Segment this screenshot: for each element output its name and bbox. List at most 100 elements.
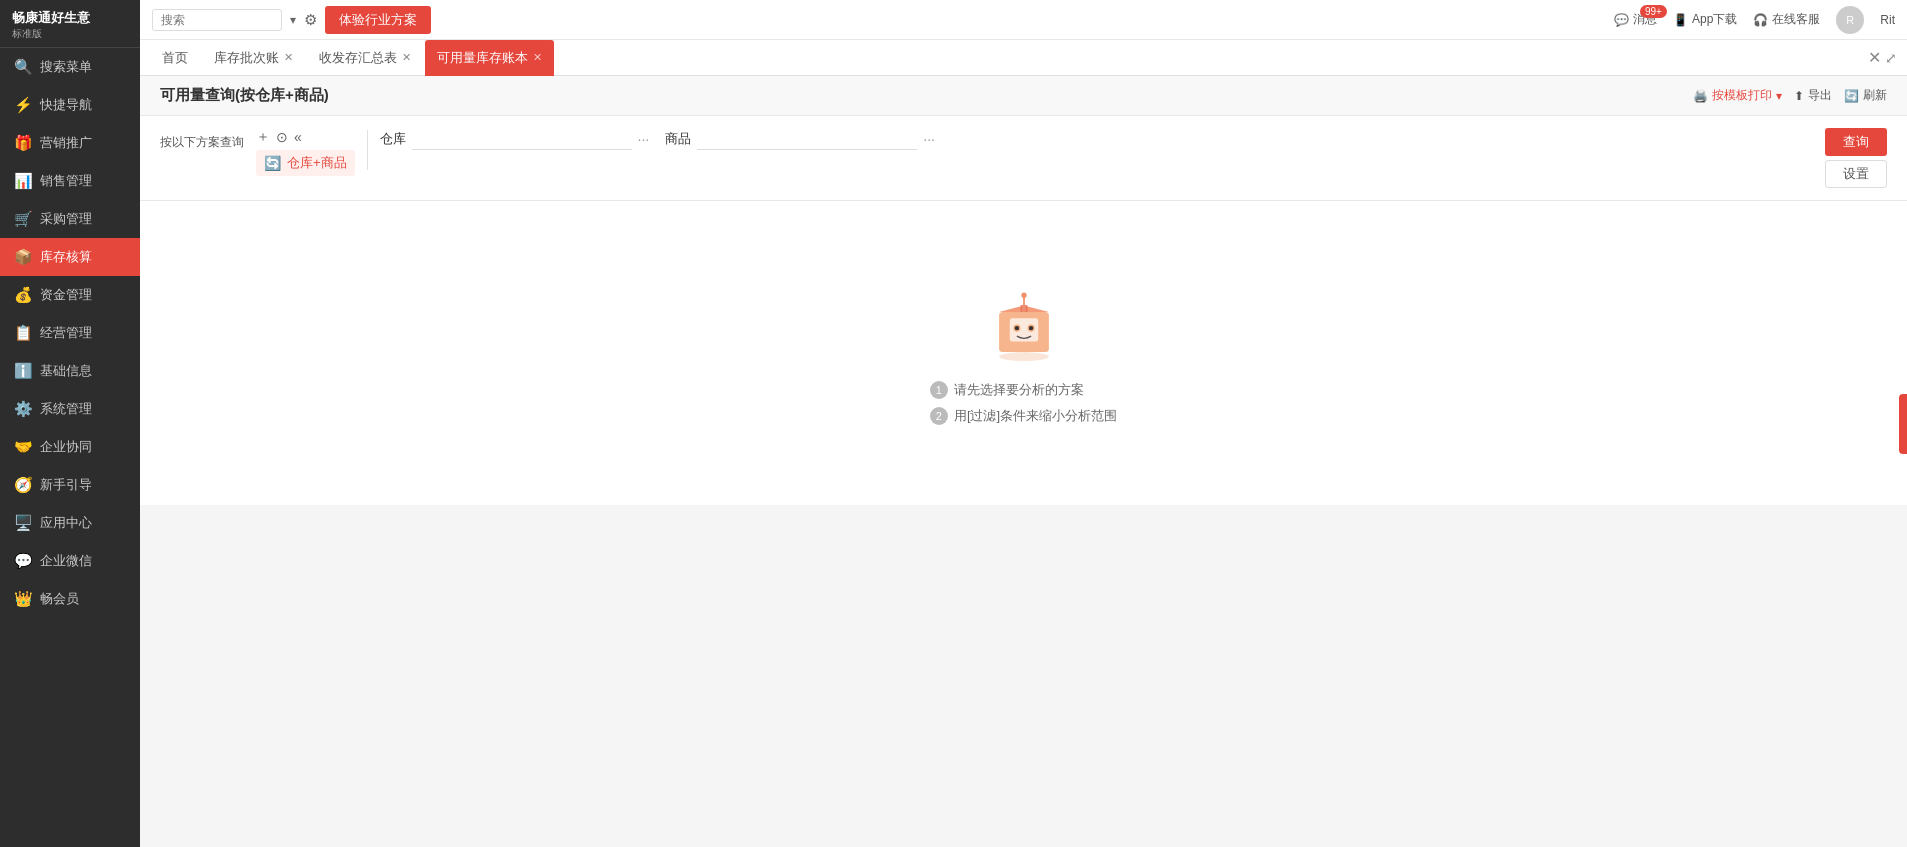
finance-icon: 💰 bbox=[14, 286, 32, 304]
scheme-item-label: 仓库+商品 bbox=[287, 154, 347, 172]
tab-close-available[interactable]: ✕ bbox=[533, 51, 542, 64]
user-name[interactable]: Rit bbox=[1880, 13, 1895, 27]
empty-state: 1 请先选择要分析的方案 2 用[过滤]条件来缩小分析范围 bbox=[140, 201, 1907, 505]
settings-button[interactable]: 设置 bbox=[1825, 160, 1887, 188]
batch-tab-label: 库存批次账 bbox=[214, 49, 279, 67]
message-badge: 99+ bbox=[1640, 5, 1667, 18]
filter-field-warehouse: 仓库 ··· bbox=[380, 128, 650, 150]
quick-nav-icon: ⚡ bbox=[14, 96, 32, 114]
home-tab-label: 首页 bbox=[162, 49, 188, 67]
filter-area: 按以下方案查询 ＋ ⊙ « 🔄 仓库+商品 仓库 ··· bbox=[140, 116, 1907, 201]
sidebar-item-enterprise[interactable]: 🤝 企业协同 bbox=[0, 428, 140, 466]
sidebar-label: 企业微信 bbox=[40, 552, 92, 570]
scheme-setting-button[interactable]: ⊙ bbox=[276, 129, 288, 145]
sidebar-nav: 🔍 搜索菜单 ⚡ 快捷导航 🎁 营销推广 📊 销售管理 🛒 采购管理 📦 库存核… bbox=[0, 48, 140, 847]
scheme-item-warehouse-product[interactable]: 🔄 仓库+商品 bbox=[256, 150, 355, 176]
sidebar-item-enterprise-wechat[interactable]: 💬 企业微信 bbox=[0, 542, 140, 580]
svg-point-9 bbox=[1028, 326, 1032, 330]
wechat-icon: 💬 bbox=[14, 552, 32, 570]
newbie-icon: 🧭 bbox=[14, 476, 32, 494]
tab-available-ledger[interactable]: 可用量库存账本 ✕ bbox=[425, 40, 554, 76]
warehouse-more-icon[interactable]: ··· bbox=[638, 131, 650, 147]
warehouse-input[interactable] bbox=[412, 128, 632, 150]
basic-info-icon: ℹ️ bbox=[14, 362, 32, 380]
sidebar-item-newbie[interactable]: 🧭 新手引导 bbox=[0, 466, 140, 504]
refresh-button[interactable]: 🔄 刷新 bbox=[1844, 87, 1887, 104]
sidebar-label: 资金管理 bbox=[40, 286, 92, 304]
product-more-icon[interactable]: ··· bbox=[923, 131, 935, 147]
sidebar-logo: 畅康通好生意 标准版 bbox=[0, 0, 140, 48]
sidebar-item-member[interactable]: 👑 畅会员 bbox=[0, 580, 140, 618]
scheme-item-icon: 🔄 bbox=[264, 155, 281, 171]
message-button[interactable]: 💬 消息 99+ bbox=[1614, 11, 1657, 28]
export-icon: ⬆ bbox=[1794, 89, 1804, 103]
message-icon: 💬 bbox=[1614, 13, 1629, 27]
scheme-header: ＋ ⊙ « bbox=[256, 128, 355, 146]
sidebar: 畅康通好生意 标准版 🔍 搜索菜单 ⚡ 快捷导航 🎁 营销推广 📊 销售管理 🛒… bbox=[0, 0, 140, 847]
sidebar-item-basic-info[interactable]: ℹ️ 基础信息 bbox=[0, 352, 140, 390]
member-icon: 👑 bbox=[14, 590, 32, 608]
svg-rect-4 bbox=[1020, 305, 1027, 312]
tab-recv-summary[interactable]: 收发存汇总表 ✕ bbox=[307, 40, 423, 76]
print-dropdown-icon: ▾ bbox=[1776, 89, 1782, 103]
expand-tab-button[interactable]: ⤢ bbox=[1885, 48, 1897, 67]
sidebar-item-app-center[interactable]: 🖥️ 应用中心 bbox=[0, 504, 140, 542]
sidebar-label: 畅会员 bbox=[40, 590, 79, 608]
sidebar-label: 快捷导航 bbox=[40, 96, 92, 114]
warehouse-label: 仓库 bbox=[380, 130, 406, 148]
industry-solution-button[interactable]: 体验行业方案 bbox=[325, 6, 431, 34]
scheme-collapse-button[interactable]: « bbox=[294, 129, 302, 145]
sidebar-label: 企业协同 bbox=[40, 438, 92, 456]
refresh-icon: 🔄 bbox=[1844, 89, 1859, 103]
product-input[interactable] bbox=[697, 128, 917, 150]
tab-close-batch[interactable]: ✕ bbox=[284, 51, 293, 64]
filter-divider bbox=[367, 130, 368, 170]
right-edge-handle[interactable] bbox=[1899, 394, 1907, 454]
avatar-text: R bbox=[1846, 14, 1854, 26]
filter-field-product: 商品 ··· bbox=[665, 128, 935, 150]
close-all-tabs-button[interactable]: ✕ bbox=[1868, 48, 1881, 67]
sidebar-item-sales[interactable]: 📊 销售管理 bbox=[0, 162, 140, 200]
tab-batch-account[interactable]: 库存批次账 ✕ bbox=[202, 40, 305, 76]
scheme-add-button[interactable]: ＋ bbox=[256, 128, 270, 146]
topbar-search-input[interactable] bbox=[152, 9, 282, 31]
sidebar-item-marketing[interactable]: 🎁 营销推广 bbox=[0, 124, 140, 162]
page-title: 可用量查询(按仓库+商品) bbox=[160, 86, 329, 105]
tab-close-recv[interactable]: ✕ bbox=[402, 51, 411, 64]
tab-bar: 首页 库存批次账 ✕ 收发存汇总表 ✕ 可用量库存账本 ✕ ✕ ⤢ bbox=[140, 40, 1907, 76]
app-title: 畅康通好生意 bbox=[12, 10, 128, 27]
sidebar-item-system[interactable]: ⚙️ 系统管理 bbox=[0, 390, 140, 428]
sidebar-item-inventory[interactable]: 📦 库存核算 bbox=[0, 238, 140, 276]
purchase-icon: 🛒 bbox=[14, 210, 32, 228]
sidebar-item-finance[interactable]: 💰 资金管理 bbox=[0, 276, 140, 314]
topbar: ▾ ⚙ 体验行业方案 💬 消息 99+ 📱 App下载 🎧 在线客服 R Rit bbox=[140, 0, 1907, 40]
sidebar-item-quick-nav[interactable]: ⚡ 快捷导航 bbox=[0, 86, 140, 124]
page-header-actions: 🖨️ 按模板打印 ▾ ⬆ 导出 🔄 刷新 bbox=[1693, 87, 1887, 104]
page-header: 可用量查询(按仓库+商品) 🖨️ 按模板打印 ▾ ⬆ 导出 🔄 刷新 bbox=[140, 76, 1907, 116]
app-subtitle: 标准版 bbox=[12, 27, 128, 41]
sidebar-label: 系统管理 bbox=[40, 400, 92, 418]
refresh-label: 刷新 bbox=[1863, 87, 1887, 104]
user-avatar[interactable]: R bbox=[1836, 6, 1864, 34]
svg-marker-3 bbox=[1025, 306, 1048, 312]
phone-icon: 📱 bbox=[1673, 13, 1688, 27]
sidebar-item-search-menu[interactable]: 🔍 搜索菜单 bbox=[0, 48, 140, 86]
empty-tip-1: 1 请先选择要分析的方案 bbox=[930, 381, 1117, 399]
sidebar-item-biz[interactable]: 📋 经营管理 bbox=[0, 314, 140, 352]
template-print-label: 按模板打印 bbox=[1712, 87, 1772, 104]
export-button[interactable]: ⬆ 导出 bbox=[1794, 87, 1832, 104]
headset-icon: 🎧 bbox=[1753, 13, 1768, 27]
app-download-button[interactable]: 📱 App下载 bbox=[1673, 11, 1737, 28]
sidebar-item-purchase[interactable]: 🛒 采购管理 bbox=[0, 200, 140, 238]
tab-home[interactable]: 首页 bbox=[150, 40, 200, 76]
topbar-dropdown-icon[interactable]: ▾ bbox=[290, 13, 296, 27]
query-button[interactable]: 查询 bbox=[1825, 128, 1887, 156]
topbar-gear-icon[interactable]: ⚙ bbox=[304, 11, 317, 29]
sidebar-label: 库存核算 bbox=[40, 248, 92, 266]
recv-tab-label: 收发存汇总表 bbox=[319, 49, 397, 67]
online-support-button[interactable]: 🎧 在线客服 bbox=[1753, 11, 1820, 28]
template-print-button[interactable]: 🖨️ 按模板打印 ▾ bbox=[1693, 87, 1782, 104]
product-label: 商品 bbox=[665, 130, 691, 148]
sales-icon: 📊 bbox=[14, 172, 32, 190]
filter-actions: 查询 设置 bbox=[1825, 128, 1887, 188]
